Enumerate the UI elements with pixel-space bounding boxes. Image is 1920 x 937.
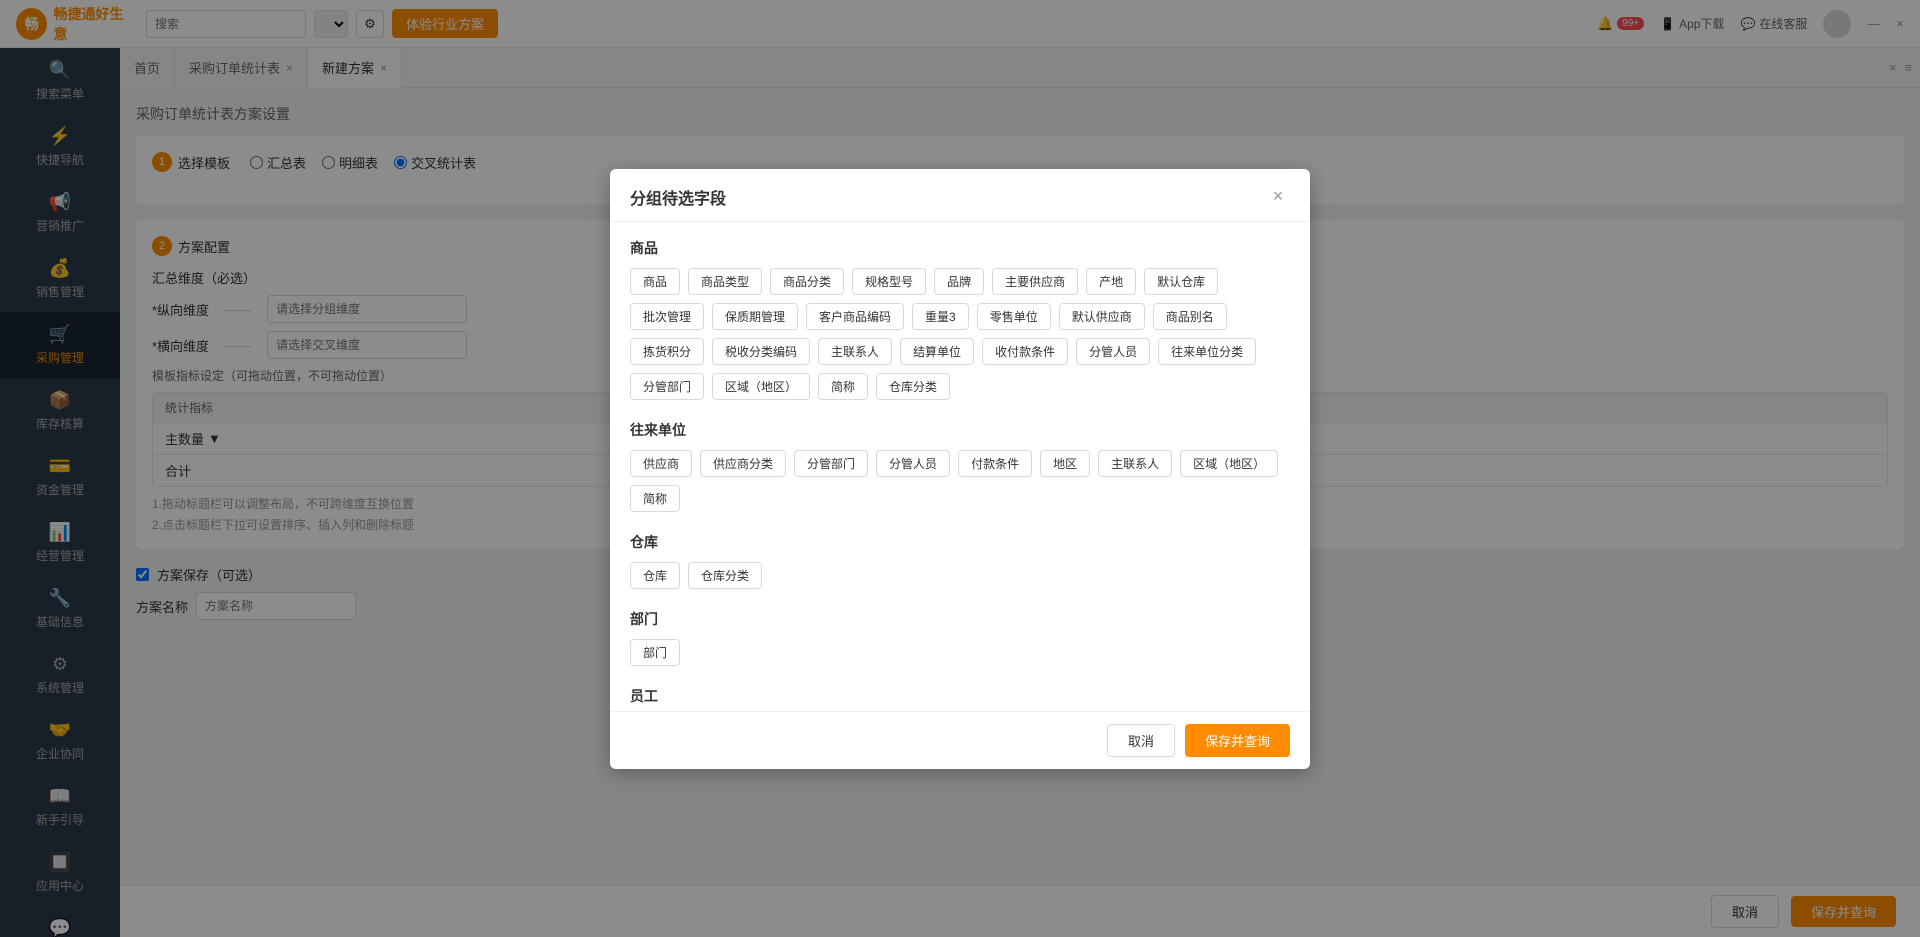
field-section: 仓库仓库仓库分类 [630, 532, 1290, 589]
field-tag[interactable]: 主要供应商 [992, 268, 1078, 295]
field-tag[interactable]: 仓库 [630, 562, 680, 589]
modal-footer: 取消 保存并查询 [610, 711, 1310, 769]
field-tag[interactable]: 默认仓库 [1144, 268, 1218, 295]
field-tags: 商品商品类型商品分类规格型号品牌主要供应商产地默认仓库批次管理保质期管理客户商品… [630, 268, 1290, 400]
field-tag[interactable]: 仓库分类 [876, 373, 950, 400]
field-tag[interactable]: 结算单位 [900, 338, 974, 365]
field-section: 往来单位供应商供应商分类分管部门分管人员付款条件地区主联系人区域（地区） 简称 [630, 420, 1290, 512]
field-tag[interactable]: 重量3 [912, 303, 969, 330]
modal-dialog: 分组待选字段 × 商品商品商品类型商品分类规格型号品牌主要供应商产地默认仓库批次… [610, 169, 1310, 769]
field-section-title: 仓库 [630, 532, 1290, 552]
field-section-title: 部门 [630, 609, 1290, 629]
field-tag[interactable]: 收付款条件 [982, 338, 1068, 365]
field-tag[interactable]: 部门 [630, 639, 680, 666]
field-section: 员工业务员 [630, 686, 1290, 711]
modal-confirm-button[interactable]: 保存并查询 [1185, 724, 1290, 757]
field-tag[interactable]: 主联系人 [818, 338, 892, 365]
modal-cancel-button[interactable]: 取消 [1107, 724, 1175, 757]
field-tag[interactable]: 分管人员 [876, 450, 950, 477]
field-tag[interactable]: 分管人员 [1076, 338, 1150, 365]
field-tags: 部门 [630, 639, 1290, 666]
field-tag[interactable]: 付款条件 [958, 450, 1032, 477]
field-tag[interactable]: 往来单位分类 [1158, 338, 1256, 365]
modal-close-button[interactable]: × [1266, 185, 1290, 209]
field-section: 部门部门 [630, 609, 1290, 666]
field-tag[interactable]: 区域（地区） [712, 373, 810, 400]
field-section-title: 往来单位 [630, 420, 1290, 440]
field-section: 商品商品商品类型商品分类规格型号品牌主要供应商产地默认仓库批次管理保质期管理客户… [630, 238, 1290, 400]
field-tag[interactable]: 保质期管理 [712, 303, 798, 330]
field-tag[interactable]: 商品类型 [688, 268, 762, 295]
field-tag[interactable]: 税收分类编码 [712, 338, 810, 365]
field-tag[interactable]: 主联系人 [1098, 450, 1172, 477]
field-tag[interactable]: 产地 [1086, 268, 1136, 295]
field-tag[interactable]: 地区 [1040, 450, 1090, 477]
field-tag[interactable]: 分管部门 [630, 373, 704, 400]
field-tag[interactable]: 零售单位 [977, 303, 1051, 330]
field-tag[interactable]: 商品别名 [1153, 303, 1227, 330]
field-tag[interactable]: 批次管理 [630, 303, 704, 330]
modal-overlay: 分组待选字段 × 商品商品商品类型商品分类规格型号品牌主要供应商产地默认仓库批次… [0, 0, 1920, 937]
field-tag[interactable]: 默认供应商 [1059, 303, 1145, 330]
field-tag[interactable]: 简称 [630, 485, 680, 512]
modal-header: 分组待选字段 × [610, 169, 1310, 222]
field-tag[interactable]: 商品 [630, 268, 680, 295]
modal-body: 商品商品商品类型商品分类规格型号品牌主要供应商产地默认仓库批次管理保质期管理客户… [610, 222, 1310, 711]
field-tag[interactable]: 拣货积分 [630, 338, 704, 365]
field-tag[interactable]: 商品分类 [770, 268, 844, 295]
field-tag[interactable]: 分管部门 [794, 450, 868, 477]
field-section-title: 商品 [630, 238, 1290, 258]
field-tag[interactable]: 区域（地区） [1180, 450, 1278, 477]
field-tag[interactable]: 规格型号 [852, 268, 926, 295]
field-section-title: 员工 [630, 686, 1290, 706]
field-tag[interactable]: 供应商 [630, 450, 692, 477]
field-tag[interactable]: 品牌 [934, 268, 984, 295]
field-tag[interactable]: 供应商分类 [700, 450, 786, 477]
modal-title: 分组待选字段 [630, 185, 726, 209]
field-tag[interactable]: 客户商品编码 [806, 303, 904, 330]
field-tags: 仓库仓库分类 [630, 562, 1290, 589]
field-tag[interactable]: 仓库分类 [688, 562, 762, 589]
field-tags: 供应商供应商分类分管部门分管人员付款条件地区主联系人区域（地区） 简称 [630, 450, 1290, 512]
field-tag[interactable]: 简称 [818, 373, 868, 400]
